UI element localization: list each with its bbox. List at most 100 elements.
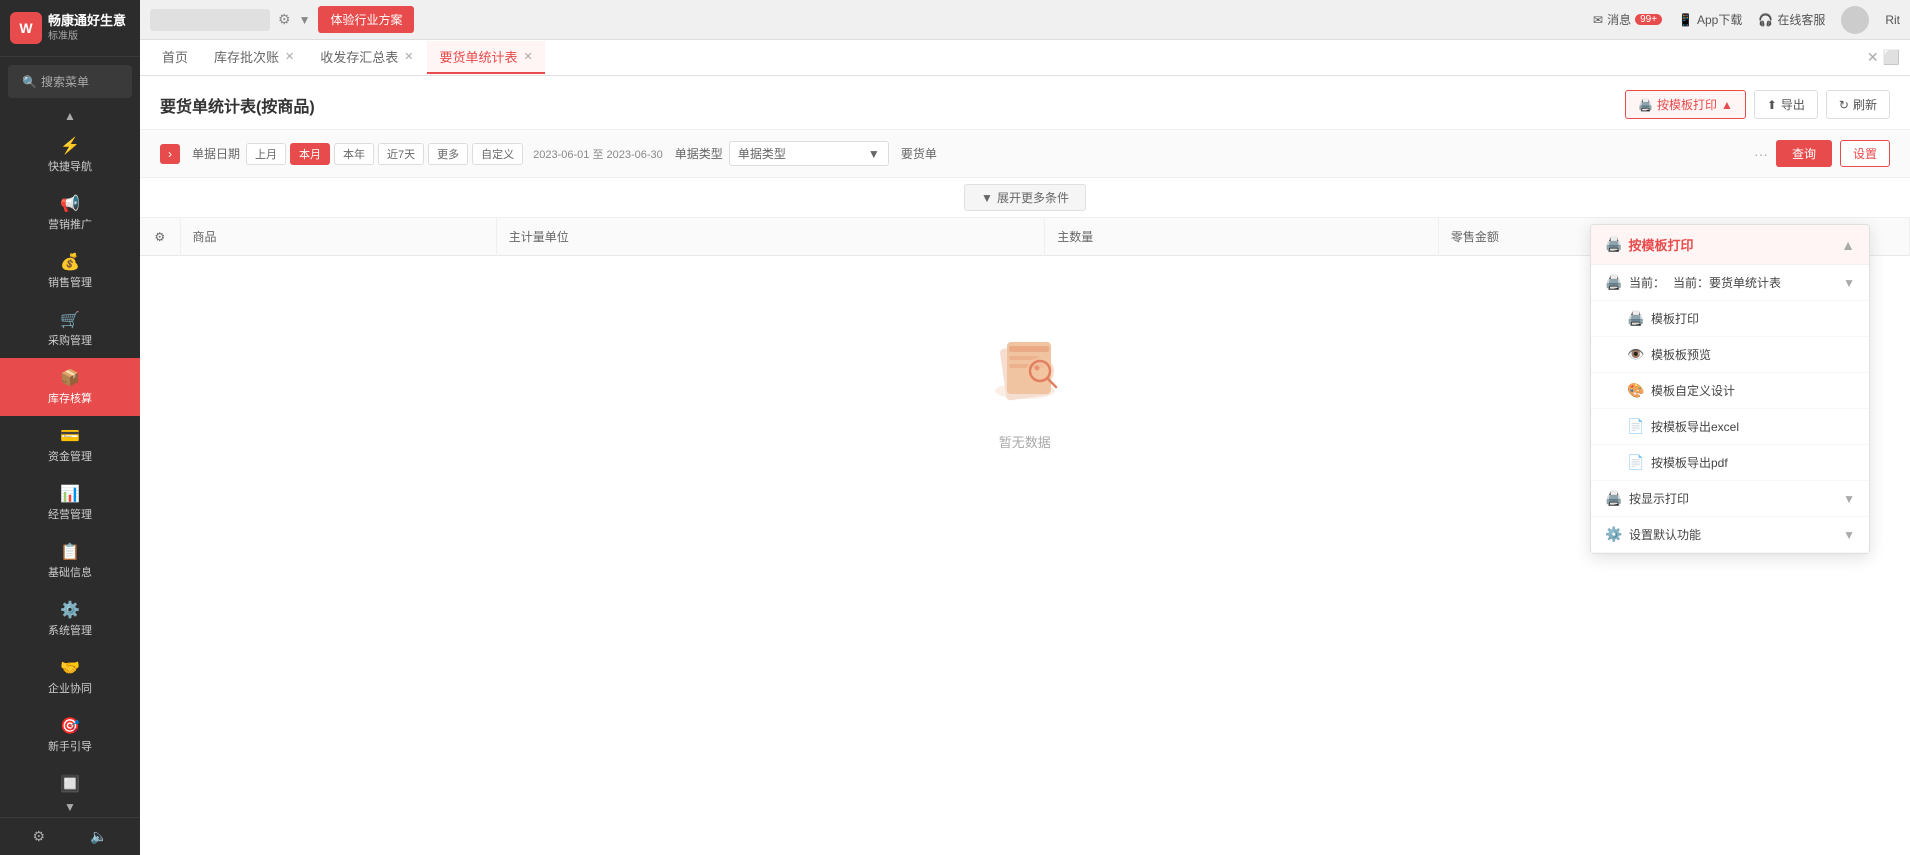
display-print-label: 按显示打印	[1629, 490, 1689, 507]
date-btn-custom[interactable]: 自定义	[472, 143, 523, 165]
tab-receipt-summary[interactable]: 收发存汇总表 ✕	[308, 41, 425, 74]
template-print-label: 模板打印	[1651, 310, 1699, 327]
sidebar-search[interactable]: 🔍 搜索菜单	[8, 65, 132, 98]
sidebar-item-app-center[interactable]: 🔲 应用中心	[0, 764, 140, 797]
trial-btn[interactable]: 体验行业方案	[318, 6, 414, 33]
sidebar-item-cooperation[interactable]: 🤝 企业协同	[0, 648, 140, 706]
col-settings[interactable]: ⚙	[140, 218, 180, 256]
template-export-excel-label: 按模板导出excel	[1651, 418, 1739, 435]
tabbar: 首页 库存批次账 ✕ 收发存汇总表 ✕ 要货单统计表 ✕ ✕ ⬜	[140, 40, 1910, 76]
online-service-item[interactable]: 🎧 在线客服	[1758, 11, 1825, 28]
close-requisition-stats-icon[interactable]: ✕	[524, 50, 533, 63]
dropdown-template-design[interactable]: 🎨 模板自定义设计	[1591, 373, 1869, 409]
date-btn-more[interactable]: 更多	[428, 143, 468, 165]
print-chevron-up-icon: ▲	[1721, 98, 1733, 112]
refresh-btn[interactable]: ↻ 刷新	[1826, 90, 1890, 119]
sidebar-item-finance[interactable]: 💳 资金管理	[0, 416, 140, 474]
search-icon: 🔍	[22, 75, 37, 89]
app-download-item[interactable]: 📱 App下载	[1678, 11, 1742, 28]
sidebar-item-operation[interactable]: 📊 经营管理	[0, 474, 140, 532]
set-default-icon: ⚙️	[1605, 526, 1621, 543]
requisition-label: 要货单	[901, 145, 937, 162]
topbar-search-input[interactable]	[150, 9, 270, 31]
toolbar-right-btns: ··· 查询 设置	[1754, 140, 1890, 167]
sidebar-item-guide[interactable]: 🎯 新手引导	[0, 706, 140, 764]
tab-receipt-summary-label: 收发存汇总表	[320, 47, 398, 66]
filter-bar: › 单据日期 上月 本月 本年 近7天 更多 自定义 2023-06-01 至 …	[140, 130, 1910, 178]
sidebar-item-purchase[interactable]: 🛒 采购管理	[0, 300, 140, 358]
sidebar-item-inventory[interactable]: 📦 库存核算	[0, 358, 140, 416]
sidebar-item-quick-nav[interactable]: ⚡ 快捷导航	[0, 126, 140, 184]
logo-icon: W	[10, 12, 42, 44]
print-template-btn[interactable]: 🖨️ 按模板打印 ▲	[1625, 90, 1746, 119]
expand-more-btn[interactable]: ▼ 展开更多条件	[964, 184, 1086, 211]
topbar-gear-icon[interactable]: ⚙	[278, 11, 291, 28]
basic-icon: 📋	[60, 542, 80, 562]
sidebar-item-label: 快捷导航	[48, 158, 92, 174]
sidebar-scroll-down[interactable]: ▼	[0, 797, 140, 817]
sidebar: W 畅康通好生意 标准版 🔍 搜索菜单 ▲ ⚡ 快捷导航 📢 营销推广 💰 销售…	[0, 0, 140, 855]
query-btn[interactable]: 查询	[1776, 140, 1832, 167]
dropdown-current-template[interactable]: 🖨️ 当前： 当前：要货单统计表 ▼	[1591, 265, 1869, 301]
sidebar-item-basic[interactable]: 📋 基础信息	[0, 532, 140, 590]
sidebar-item-label: 销售管理	[48, 274, 92, 290]
expand-more-row: ▼ 展开更多条件	[140, 178, 1910, 218]
close-inventory-batch-icon[interactable]: ✕	[285, 50, 294, 63]
maximize-icon[interactable]: ⬜	[1883, 49, 1900, 66]
tab-inventory-batch[interactable]: 库存批次账 ✕	[202, 41, 306, 74]
current-template-label: 当前：	[1629, 274, 1665, 291]
dropdown-display-print[interactable]: 🖨️ 按显示打印 ▼	[1591, 481, 1869, 517]
current-template-value: 当前：要货单统计表	[1673, 274, 1781, 291]
date-btns: 上月 本月 本年 近7天 更多 自定义	[246, 143, 523, 165]
messages-label: 消息	[1607, 11, 1631, 28]
dropdown-template-export-pdf[interactable]: 📄 按模板导出pdf	[1591, 445, 1869, 481]
online-service-label: 在线客服	[1777, 11, 1825, 28]
col-settings-icon[interactable]: ⚙	[154, 230, 165, 244]
sidebar-scroll-up[interactable]: ▲	[0, 106, 140, 126]
message-icon: ✉	[1593, 13, 1603, 27]
date-btn-this-year[interactable]: 本年	[334, 143, 374, 165]
sidebar-item-marketing[interactable]: 📢 营销推广	[0, 184, 140, 242]
dropdown-collapse-icon[interactable]: ▲	[1841, 237, 1855, 253]
tab-inventory-batch-label: 库存批次账	[214, 47, 279, 66]
topbar-chevron-icon[interactable]: ▼	[299, 13, 311, 27]
dropdown-template-export-excel[interactable]: 📄 按模板导出excel	[1591, 409, 1869, 445]
settings-icon[interactable]: ⚙	[33, 828, 46, 845]
dropdown-template-preview[interactable]: 👁️ 模板板预览	[1591, 337, 1869, 373]
close-receipt-summary-icon[interactable]: ✕	[404, 50, 413, 63]
date-filter-label: 单据日期	[192, 145, 240, 162]
tab-requisition-stats[interactable]: 要货单统计表 ✕	[427, 41, 544, 74]
col-product: 商品	[180, 218, 496, 256]
dropdown-set-default[interactable]: ⚙️ 设置默认功能 ▼	[1591, 517, 1869, 553]
filter-expand-btn[interactable]: ›	[160, 144, 180, 164]
dropdown-header-text: 按模板打印	[1628, 235, 1693, 254]
template-preview-icon: 👁️	[1627, 346, 1643, 363]
settings-btn[interactable]: 设置	[1840, 140, 1890, 167]
template-export-pdf-label: 按模板导出pdf	[1651, 454, 1728, 471]
tab-home-label: 首页	[162, 47, 188, 66]
download-icon: 📱	[1678, 13, 1693, 27]
speaker-icon[interactable]: 🔈	[90, 828, 107, 845]
set-default-expand-icon: ▼	[1843, 528, 1855, 542]
export-btn[interactable]: ⬆ 导出	[1754, 90, 1818, 119]
messages-item[interactable]: ✉ 消息 99+	[1593, 11, 1662, 28]
more-options-icon[interactable]: ···	[1754, 146, 1768, 162]
sidebar-item-system[interactable]: ⚙️ 系统管理	[0, 590, 140, 648]
order-type-select[interactable]: 单据类型 ▼	[729, 141, 889, 166]
date-btn-last-7-days[interactable]: 近7天	[378, 143, 424, 165]
avatar[interactable]	[1841, 6, 1869, 34]
sidebar-item-sales[interactable]: 💰 销售管理	[0, 242, 140, 300]
col-quantity: 主数量	[1045, 218, 1439, 256]
page-header: 要货单统计表(按商品) 🖨️ 按模板打印 ▲ ⬆ 导出 ↻ 刷新	[140, 76, 1910, 130]
refresh-icon: ↻	[1839, 98, 1849, 112]
logo-text: 畅康通好生意 标准版	[48, 13, 126, 43]
dropdown-header-left: 🖨️ 按模板打印	[1605, 235, 1693, 254]
sidebar-item-label: 基础信息	[48, 564, 92, 580]
page-title: 要货单统计表(按商品)	[160, 93, 315, 117]
close-all-tabs-icon[interactable]: ✕	[1867, 49, 1879, 66]
dropdown-template-print[interactable]: 🖨️ 模板打印	[1591, 301, 1869, 337]
tab-home[interactable]: 首页	[150, 41, 200, 74]
template-print-icon: 🖨️	[1627, 310, 1643, 327]
date-btn-this-month[interactable]: 本月	[290, 143, 330, 165]
date-btn-last-month[interactable]: 上月	[246, 143, 286, 165]
